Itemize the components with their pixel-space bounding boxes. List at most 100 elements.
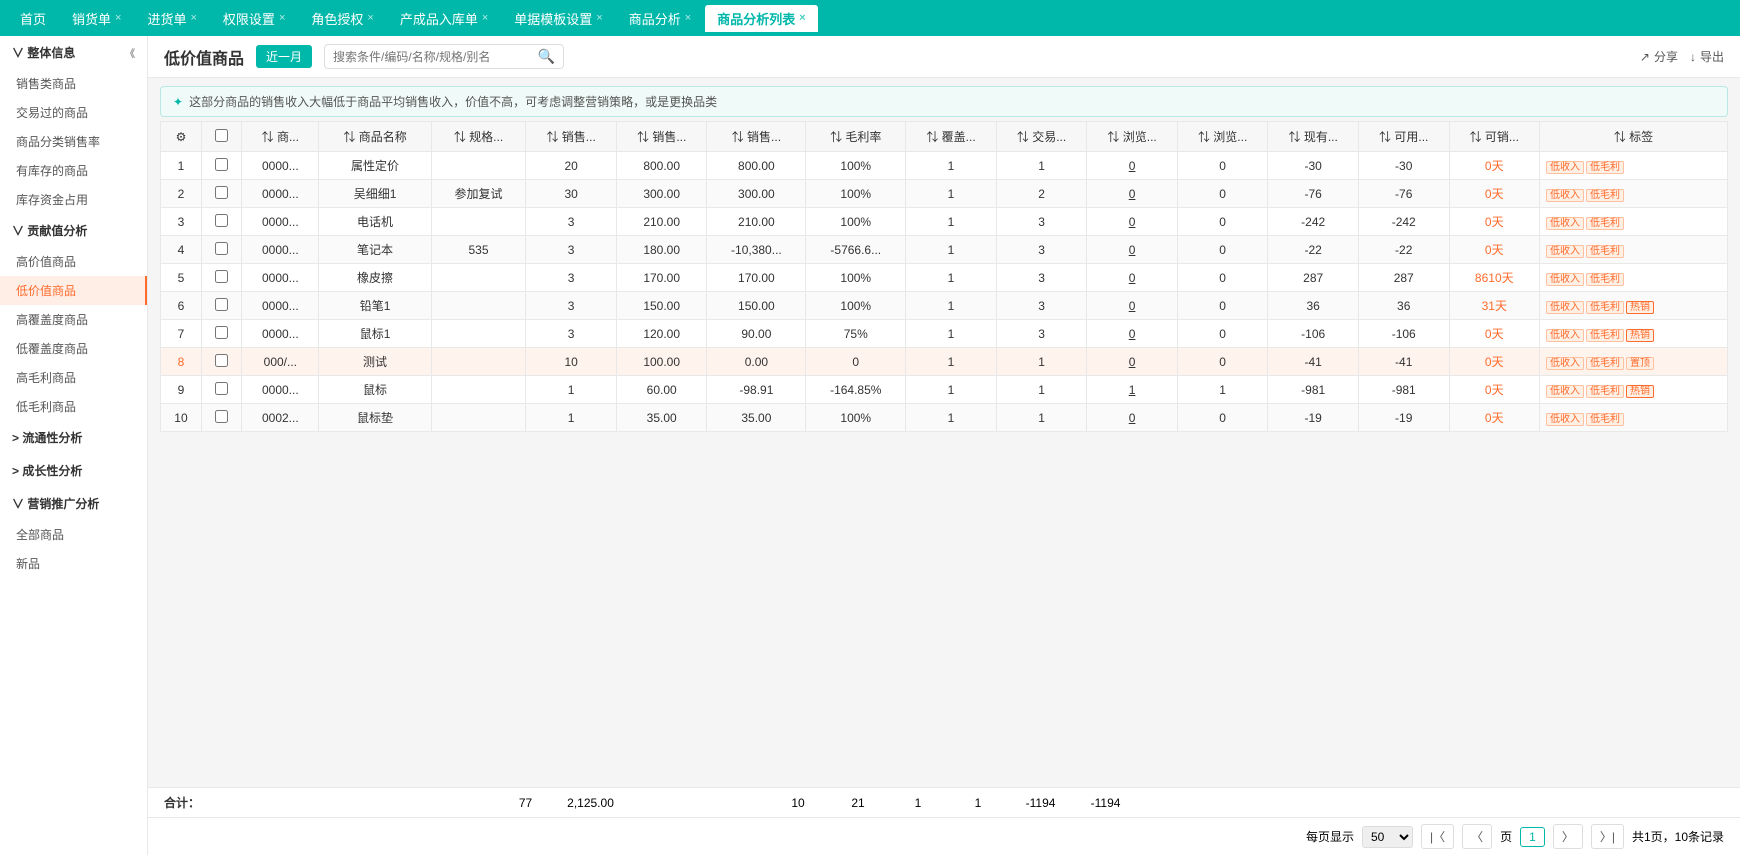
sidebar-group-growth[interactable]: > 成长性分析 [0,454,147,487]
sidebar-item-stock-funds[interactable]: 库存资金占用 [0,185,147,214]
date-filter-button[interactable]: 近一月 [256,45,312,68]
next-page-button[interactable]: 〉 [1553,824,1583,849]
current-page[interactable]: 1 [1520,827,1545,847]
sidebar-item-category-rate[interactable]: 商品分类销售率 [0,127,147,156]
sidebar-item-high-value[interactable]: 高价值商品 [0,247,147,276]
row-checkbox-cell[interactable] [201,264,241,292]
row-checkbox[interactable] [215,242,228,255]
col-name[interactable]: ⇅ 商品名称 [319,122,431,152]
last-page-button[interactable]: 〉| [1591,824,1624,849]
nav-close-goods-analysis[interactable]: × [685,12,691,24]
sidebar-group-circulation[interactable]: > 流通性分析 [0,421,147,454]
row-browse1[interactable]: 0 [1087,404,1178,432]
nav-sales-order[interactable]: 销货单 × [60,5,133,32]
col-browse1[interactable]: ⇅ 浏览... [1087,122,1178,152]
sidebar-item-high-coverage[interactable]: 高覆盖度商品 [0,305,147,334]
row-checkbox-cell[interactable] [201,152,241,180]
sidebar-item-all-goods[interactable]: 全部商品 [0,520,147,549]
col-checkbox[interactable] [201,122,241,152]
row-checkbox-cell[interactable] [201,236,241,264]
row-checkbox[interactable] [215,410,228,423]
row-checkbox[interactable] [215,214,228,227]
row-browse1[interactable]: 0 [1087,208,1178,236]
sidebar-item-low-margin[interactable]: 低毛利商品 [0,392,147,421]
share-button[interactable]: ↗ 分享 [1640,48,1678,65]
sidebar-item-low-value[interactable]: 低价值商品 [0,276,147,305]
sidebar-item-low-coverage[interactable]: 低覆盖度商品 [0,334,147,363]
col-margin[interactable]: ⇅ 毛利率 [806,122,906,152]
col-coverage[interactable]: ⇅ 覆盖... [906,122,997,152]
row-checkbox-cell[interactable] [201,180,241,208]
row-checkbox-cell[interactable] [201,208,241,236]
row-available: 36 [1358,292,1449,320]
row-spec [431,208,526,236]
row-checkbox[interactable] [215,382,228,395]
nav-product-inbound[interactable]: 产成品入库单 × [388,5,500,32]
row-browse1[interactable]: 0 [1087,264,1178,292]
row-browse1[interactable]: 0 [1087,152,1178,180]
row-checkbox[interactable] [215,354,228,367]
row-checkbox[interactable] [215,158,228,171]
nav-close-template[interactable]: × [596,12,602,24]
row-checkbox-cell[interactable] [201,376,241,404]
col-available[interactable]: ⇅ 可用... [1358,122,1449,152]
first-page-button[interactable]: |〈 [1421,824,1454,849]
col-stock[interactable]: ⇅ 现有... [1268,122,1359,152]
select-all-checkbox[interactable] [215,129,228,142]
row-browse1[interactable]: 1 [1087,376,1178,404]
nav-template[interactable]: 单据模板设置 × [502,5,614,32]
row-checkbox[interactable] [215,298,228,311]
footer-trade: 21 [828,796,888,810]
row-browse1[interactable]: 0 [1087,292,1178,320]
nav-close-purchase[interactable]: × [190,12,196,24]
sidebar-item-new-goods[interactable]: 新品 [0,549,147,578]
sidebar-item-high-margin[interactable]: 高毛利商品 [0,363,147,392]
sidebar-item-stock-goods[interactable]: 有库存的商品 [0,156,147,185]
row-checkbox[interactable] [215,326,228,339]
row-checkbox[interactable] [215,270,228,283]
col-sales[interactable]: ⇅ 销售... [707,122,806,152]
col-qty[interactable]: ⇅ 销售... [526,122,617,152]
prev-page-button[interactable]: 〈 [1462,824,1492,849]
nav-close-sales[interactable]: × [115,12,121,24]
col-price[interactable]: ⇅ 销售... [616,122,707,152]
row-checkbox-cell[interactable] [201,348,241,376]
row-checkbox-cell[interactable] [201,292,241,320]
nav-close-permission[interactable]: × [279,12,285,24]
col-sellable[interactable]: ⇅ 可销... [1449,122,1540,152]
row-browse1[interactable]: 0 [1087,236,1178,264]
nav-close-product[interactable]: × [482,12,488,24]
nav-goods-analysis-list[interactable]: 商品分析列表 × [705,5,817,32]
row-sales: 35.00 [707,404,806,432]
col-code[interactable]: ⇅ 商... [242,122,319,152]
page-size-select[interactable]: 50 100 [1362,826,1413,848]
search-input[interactable] [333,50,538,64]
col-tags[interactable]: ⇅ 标签 [1540,122,1728,152]
nav-permission[interactable]: 权限设置 × [211,5,297,32]
nav-home[interactable]: 首页 [8,5,58,32]
sidebar-group-overview[interactable]: ∨ 整体信息 《 [0,36,147,69]
row-browse1[interactable]: 0 [1087,348,1178,376]
col-trade[interactable]: ⇅ 交易... [996,122,1087,152]
sidebar-item-sales-goods[interactable]: 销售类商品 [0,69,147,98]
row-checkbox-cell[interactable] [201,404,241,432]
nav-close-role[interactable]: × [367,12,373,24]
row-browse1[interactable]: 0 [1087,320,1178,348]
search-icon[interactable]: 🔍 [538,48,555,65]
nav-close-goods-list[interactable]: × [799,12,805,24]
col-settings[interactable]: ⚙ [161,122,202,152]
row-margin: -164.85% [806,376,906,404]
sidebar-group-contribution[interactable]: ∨ 贡献值分析 [0,214,147,247]
col-spec[interactable]: ⇅ 规格... [431,122,526,152]
nav-purchase[interactable]: 进货单 × [135,5,208,32]
col-browse2[interactable]: ⇅ 浏览... [1177,122,1268,152]
nav-goods-analysis[interactable]: 商品分析 × [617,5,703,32]
row-browse1[interactable]: 0 [1087,180,1178,208]
export-button[interactable]: ↓ 导出 [1690,48,1724,65]
table-row: 10000...属性定价20800.00800.00100%1100-30-30… [161,152,1728,180]
sidebar-group-marketing[interactable]: ∨ 营销推广分析 [0,487,147,520]
row-checkbox-cell[interactable] [201,320,241,348]
sidebar-item-traded-goods[interactable]: 交易过的商品 [0,98,147,127]
row-checkbox[interactable] [215,186,228,199]
nav-role[interactable]: 角色授权 × [299,5,385,32]
